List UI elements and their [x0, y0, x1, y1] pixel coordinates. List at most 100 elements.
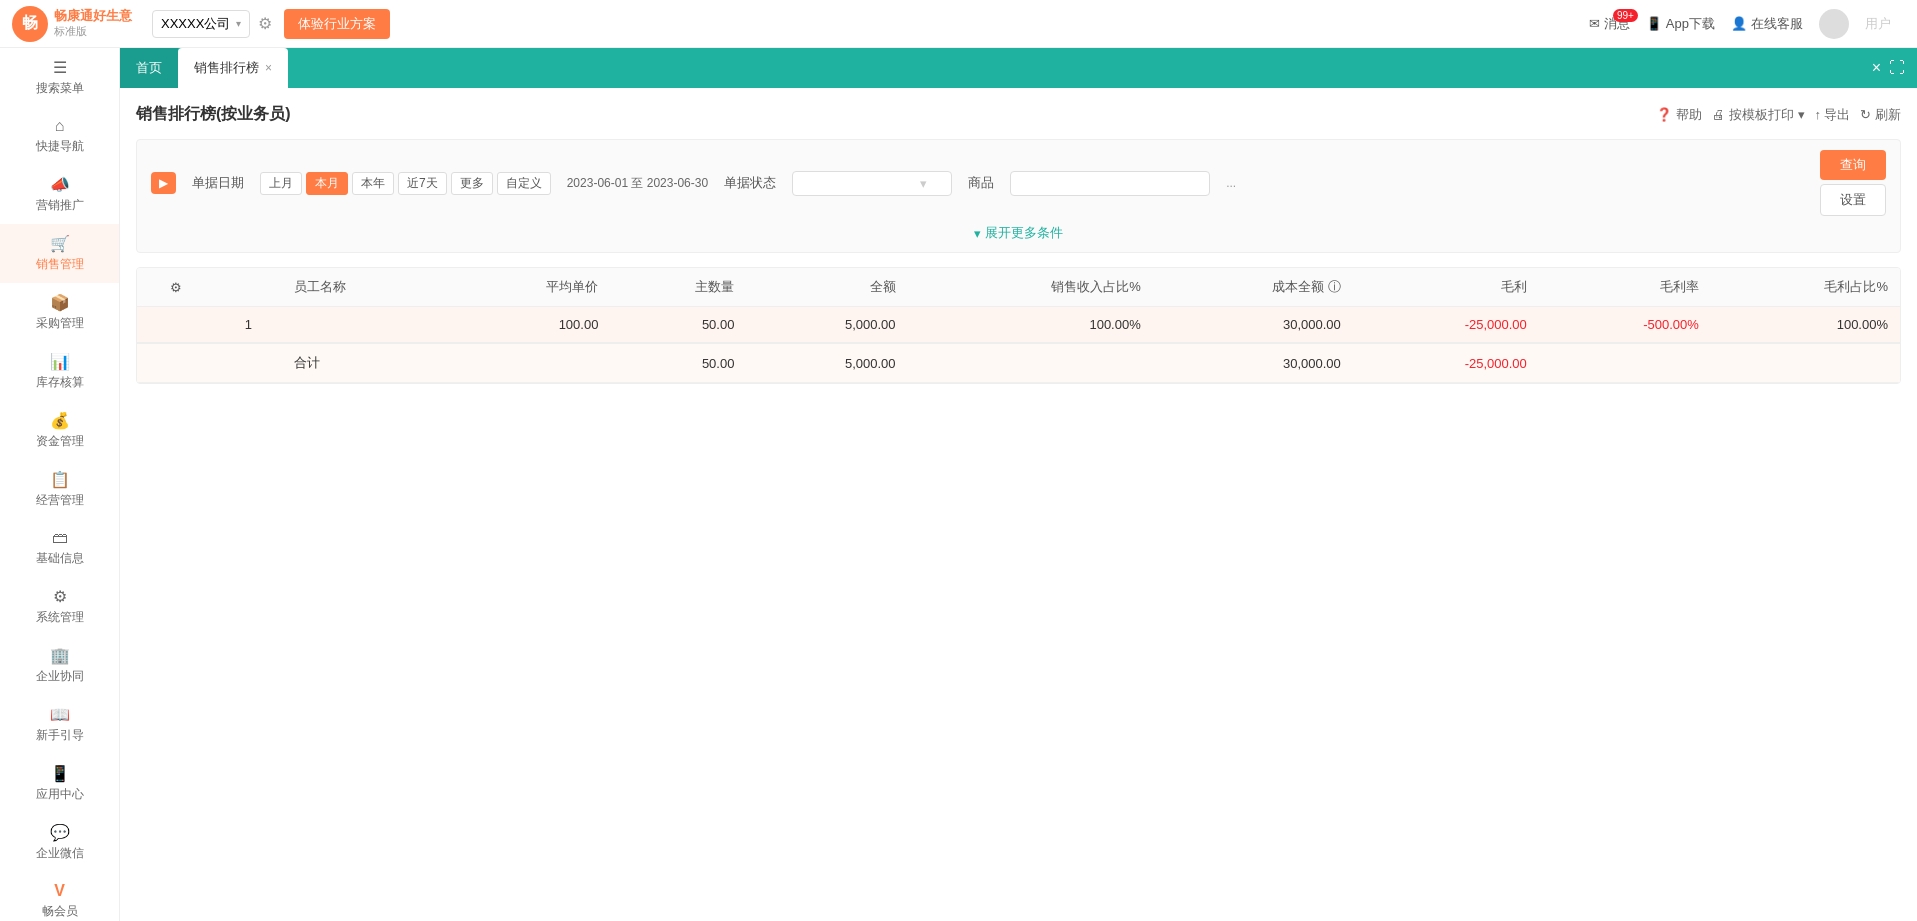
page-content: 销售排行榜(按业务员) ❓ 帮助 🖨 按模板打印 ▾ ↑ [120, 88, 1917, 921]
col-header-qty: 主数量 [610, 268, 746, 307]
tab-home[interactable]: 首页 [120, 48, 178, 88]
sidebar-item-system[interactable]: ⚙ 系统管理 [0, 577, 119, 636]
data-table: ⚙ 员工名称 平均单价 主数量 全额 销售收入占比% 成本全额 ⓘ 毛利 毛利率 [136, 267, 1901, 384]
col-header-avg-price: 平均单价 [446, 268, 610, 307]
col-header-cost: 成本全额 ⓘ [1153, 268, 1353, 307]
sidebar-item-purchase[interactable]: 📦 采购管理 [0, 283, 119, 342]
finance-icon: 💰 [50, 411, 70, 430]
status-select[interactable]: ▾ [792, 171, 952, 196]
sidebar-item-member[interactable]: V 畅会员 [0, 872, 119, 921]
print-chevron-icon: ▾ [1798, 107, 1805, 122]
filter-settings-button[interactable]: 设置 [1820, 184, 1886, 216]
expand-conditions-button[interactable]: ▾ 展开更多条件 [974, 224, 1063, 242]
tab-close-icon[interactable]: × [265, 61, 272, 75]
date-buttons: 上月 本月 本年 近7天 更多 自定义 [260, 172, 551, 195]
date-btn-this-year[interactable]: 本年 [352, 172, 394, 195]
date-btn-last-month[interactable]: 上月 [260, 172, 302, 195]
sidebar-label-search: 搜索菜单 [36, 80, 84, 97]
footer-empty-1 [137, 343, 215, 383]
purchase-icon: 📦 [50, 293, 70, 312]
sidebar-label-marketing: 营销推广 [36, 197, 84, 214]
company-selector[interactable]: XXXXX公司 ▾ [152, 10, 250, 38]
sidebar-label-inventory: 库存核算 [36, 374, 84, 391]
service-label: 在线客服 [1751, 15, 1803, 33]
row-sales-pct: 100.00% [908, 307, 1153, 344]
sidebar-item-finance[interactable]: 💰 资金管理 [0, 401, 119, 460]
trial-button[interactable]: 体验行业方案 [284, 9, 390, 39]
date-btn-custom[interactable]: 自定义 [497, 172, 551, 195]
sidebar-item-operations[interactable]: 📋 经营管理 [0, 460, 119, 519]
message-badge: 99+ [1613, 9, 1638, 22]
online-service-button[interactable]: 👤 在线客服 [1731, 15, 1803, 33]
goods-input[interactable] [1010, 171, 1210, 196]
row-rank: 1 [215, 307, 282, 344]
goods-filter-label: 商品 [968, 174, 994, 192]
row-profit-pct: 100.00% [1711, 307, 1900, 344]
sidebar-label-member: 畅会员 [42, 903, 78, 920]
avatar[interactable] [1819, 9, 1849, 39]
footer-sales-pct [908, 343, 1153, 383]
query-button[interactable]: 查询 [1820, 150, 1886, 180]
export-icon: ↑ [1815, 107, 1822, 122]
sidebar-item-basic-info[interactable]: 🗃 基础信息 [0, 519, 119, 577]
sidebar-item-quick-nav[interactable]: ⌂ 快捷导航 [0, 107, 119, 165]
filter-toggle-button[interactable]: ▶ [151, 172, 176, 194]
sidebar-item-sales[interactable]: 🛒 销售管理 [0, 224, 119, 283]
date-btn-this-month[interactable]: 本月 [306, 172, 348, 195]
print-button[interactable]: 🖨 按模板打印 ▾ [1712, 106, 1805, 124]
footer-profit-rate [1539, 343, 1711, 383]
message-button[interactable]: ✉ 消息 99+ [1589, 15, 1630, 33]
filter-actions: 查询 设置 [1820, 150, 1886, 216]
col-header-name: 员工名称 [282, 268, 446, 307]
refresh-label: 刷新 [1875, 106, 1901, 124]
sidebar-item-enterprise[interactable]: 🏢 企业协同 [0, 636, 119, 695]
footer-cost: 30,000.00 [1153, 343, 1353, 383]
table-row: 1 100.00 50.00 5,000.00 100.00% 30,000.0… [137, 307, 1900, 344]
col-header-rank [215, 268, 282, 307]
tab-sales-ranking[interactable]: 销售排行榜 × [178, 48, 288, 88]
fullscreen-icon[interactable]: ⛶ [1889, 59, 1905, 77]
content-area: 首页 销售排行榜 × × ⛶ 销售排行榜(按业务员) ❓ [120, 48, 1917, 921]
operations-icon: 📋 [50, 470, 70, 489]
wechat-icon: 💬 [50, 823, 70, 842]
sidebar-item-marketing[interactable]: 📣 营销推广 [0, 165, 119, 224]
date-filter-label: 单据日期 [192, 174, 244, 192]
refresh-button[interactable]: ↻ 刷新 [1860, 106, 1901, 124]
app-label: App下载 [1666, 15, 1715, 33]
date-btn-7days[interactable]: 近7天 [398, 172, 447, 195]
page-title: 销售排行榜(按业务员) [136, 104, 291, 125]
sidebar-item-search-order[interactable]: ☰ 搜索菜单 [0, 48, 119, 107]
service-icon: 👤 [1731, 16, 1747, 31]
top-right: ✉ 消息 99+ 📱 App下载 👤 在线客服 用户 [1589, 9, 1905, 39]
sidebar-item-guide[interactable]: 📖 新手引导 [0, 695, 119, 754]
sidebar-item-wechat[interactable]: 💬 企业微信 [0, 813, 119, 872]
app-download-button[interactable]: 📱 App下载 [1646, 15, 1715, 33]
row-amount: 5,000.00 [746, 307, 907, 344]
sidebar-item-app-center[interactable]: 📱 应用中心 [0, 754, 119, 813]
row-avg-price: 100.00 [446, 307, 610, 344]
col-header-settings[interactable]: ⚙ [137, 268, 215, 307]
page-actions: ❓ 帮助 🖨 按模板打印 ▾ ↑ 导出 ↻ [1656, 106, 1902, 124]
status-select-chevron: ▾ [920, 176, 927, 191]
date-range-display: 2023-06-01 至 2023-06-30 [567, 175, 708, 192]
more-link[interactable]: ... [1226, 176, 1236, 190]
sidebar-item-inventory[interactable]: 📊 库存核算 [0, 342, 119, 401]
print-label: 按模板打印 [1729, 106, 1794, 124]
inventory-icon: 📊 [50, 352, 70, 371]
sidebar-label-finance: 资金管理 [36, 433, 84, 450]
sidebar-label-operations: 经营管理 [36, 492, 84, 509]
col-header-profit-pct: 毛利占比% [1711, 268, 1900, 307]
help-button[interactable]: ❓ 帮助 [1656, 106, 1702, 124]
home-icon: ⌂ [55, 117, 65, 135]
footer-profit-pct [1711, 343, 1900, 383]
date-btn-more[interactable]: 更多 [451, 172, 493, 195]
table-footer-row: 合计 50.00 5,000.00 30,000.00 -25,000.00 [137, 343, 1900, 383]
table-header-row: ⚙ 员工名称 平均单价 主数量 全额 销售收入占比% 成本全额 ⓘ 毛利 毛利率 [137, 268, 1900, 307]
user-name: 用户 [1865, 9, 1905, 39]
row-profit-rate: -500.00% [1539, 307, 1711, 344]
search-icon: ☰ [53, 58, 67, 77]
settings-icon[interactable]: ⚙ [258, 14, 272, 33]
window-close-icon[interactable]: × [1872, 59, 1881, 77]
export-button[interactable]: ↑ 导出 [1815, 106, 1851, 124]
logo-icon: 畅 [12, 6, 48, 42]
